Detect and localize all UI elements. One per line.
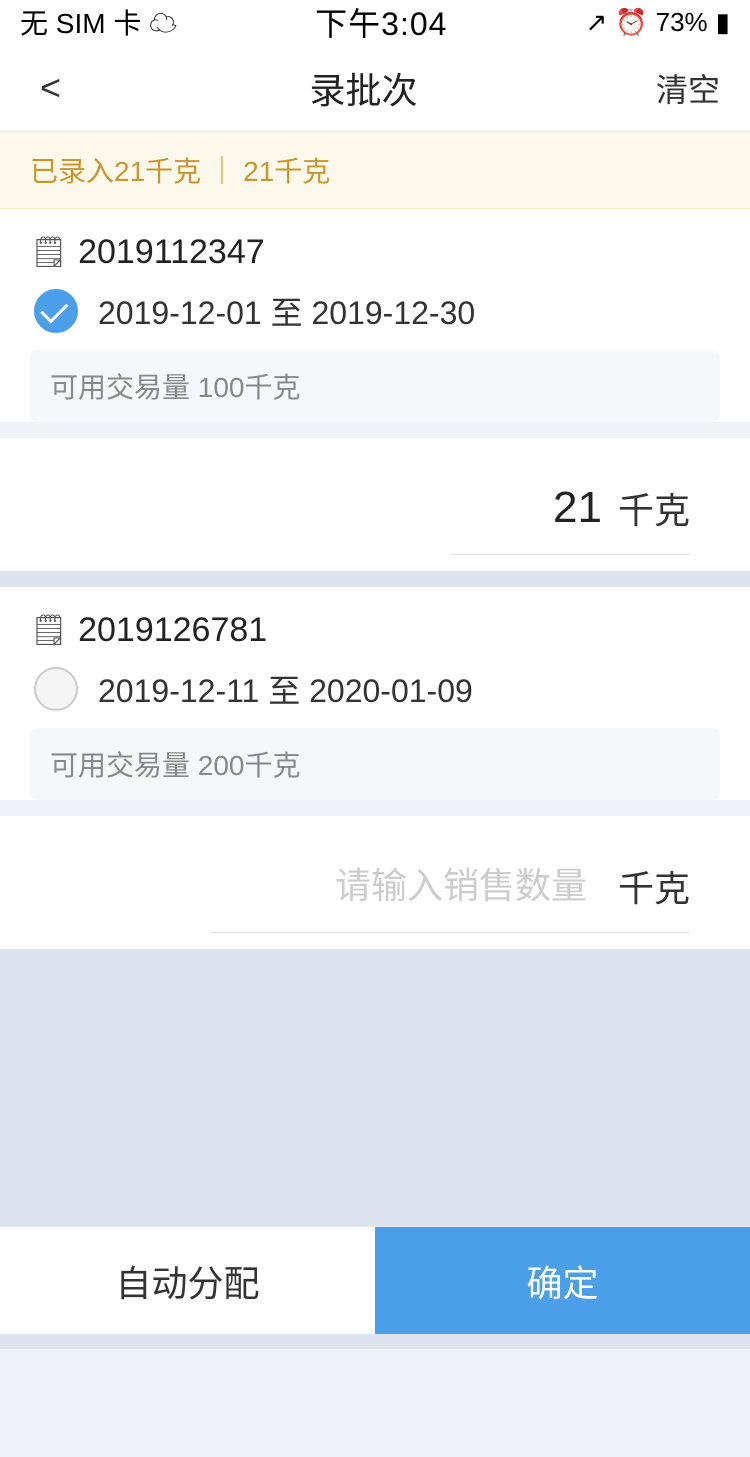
batch1-quantity-unit: 千克 [618, 482, 690, 534]
batch1-date-row[interactable]: 2019-12-01 至 2019-12-30 [30, 288, 720, 334]
battery-icon: ▮ [716, 7, 730, 38]
batch2-radio[interactable] [34, 667, 78, 711]
section-separator [0, 571, 750, 587]
batch2-header: 🗒 2019126781 [30, 611, 720, 650]
battery-text: 73% [656, 7, 708, 38]
info-bar: 已录入21千克 21千克 [0, 132, 750, 209]
bottom-bar: 自动分配 确定 [0, 1226, 750, 1334]
batch1-avail-text: 可用交易量 100千克 [50, 372, 301, 403]
nav-bar: < 录批次 清空 [0, 44, 750, 132]
batch1-quantity-container: 21 千克 [0, 438, 750, 555]
alarm-icon: ⏰ [615, 7, 647, 38]
status-left: 无 SIM 卡 ☁ [20, 2, 177, 42]
location-icon: ↗ [585, 7, 607, 38]
batch2-input-row[interactable]: 千克 [30, 840, 720, 932]
batch1-quantity-row: 21 千克 [30, 462, 720, 554]
clear-button[interactable]: 清空 [656, 65, 720, 111]
back-button[interactable]: < [30, 57, 71, 119]
confirm-button[interactable]: 确定 [375, 1227, 750, 1334]
batch2-date-row[interactable]: 2019-12-11 至 2020-01-09 [30, 666, 720, 712]
spacer1 [0, 555, 750, 571]
batch-item-1: 🗒 2019112347 2019-12-01 至 2019-12-30 可用交… [0, 209, 750, 422]
sim-text: 无 SIM 卡 ☁ [20, 2, 177, 42]
batch1-doc-icon: 🗒 [30, 235, 68, 270]
batch1-radio[interactable] [34, 289, 78, 333]
batch2-qty-input[interactable] [252, 865, 602, 907]
batch2-input-container: 千克 [0, 816, 750, 933]
recorded-label: 已录入21千克 [30, 150, 201, 190]
batch2-doc-icon: 🗒 [30, 613, 68, 648]
spacer2 [0, 933, 750, 949]
auto-distribute-button[interactable]: 自动分配 [0, 1227, 375, 1334]
batch-item-2: 🗒 2019126781 2019-12-11 至 2020-01-09 可用交… [0, 587, 750, 800]
status-time: 下午3:04 [315, 0, 447, 45]
batch1-header: 🗒 2019112347 [30, 233, 720, 272]
batch1-quantity-value: 21 [553, 483, 602, 533]
batch1-id: 2019112347 [78, 233, 265, 272]
batch2-avail-text: 可用交易量 200千克 [50, 750, 301, 781]
batch1-date: 2019-12-01 至 2019-12-30 [98, 288, 475, 334]
recorded-value: 21千克 [243, 150, 330, 190]
batch1-avail-box: 可用交易量 100千克 [30, 350, 720, 422]
nav-title: 录批次 [310, 62, 418, 114]
batch2-id: 2019126781 [78, 611, 267, 650]
batch2-input-unit: 千克 [618, 860, 690, 912]
status-right: ↗ ⏰ 73% ▮ [585, 7, 730, 38]
info-divider [221, 156, 223, 184]
batch2-date: 2019-12-11 至 2020-01-09 [98, 666, 473, 712]
status-bar: 无 SIM 卡 ☁ 下午3:04 ↗ ⏰ 73% ▮ [0, 0, 750, 44]
batch2-avail-box: 可用交易量 200千克 [30, 728, 720, 800]
